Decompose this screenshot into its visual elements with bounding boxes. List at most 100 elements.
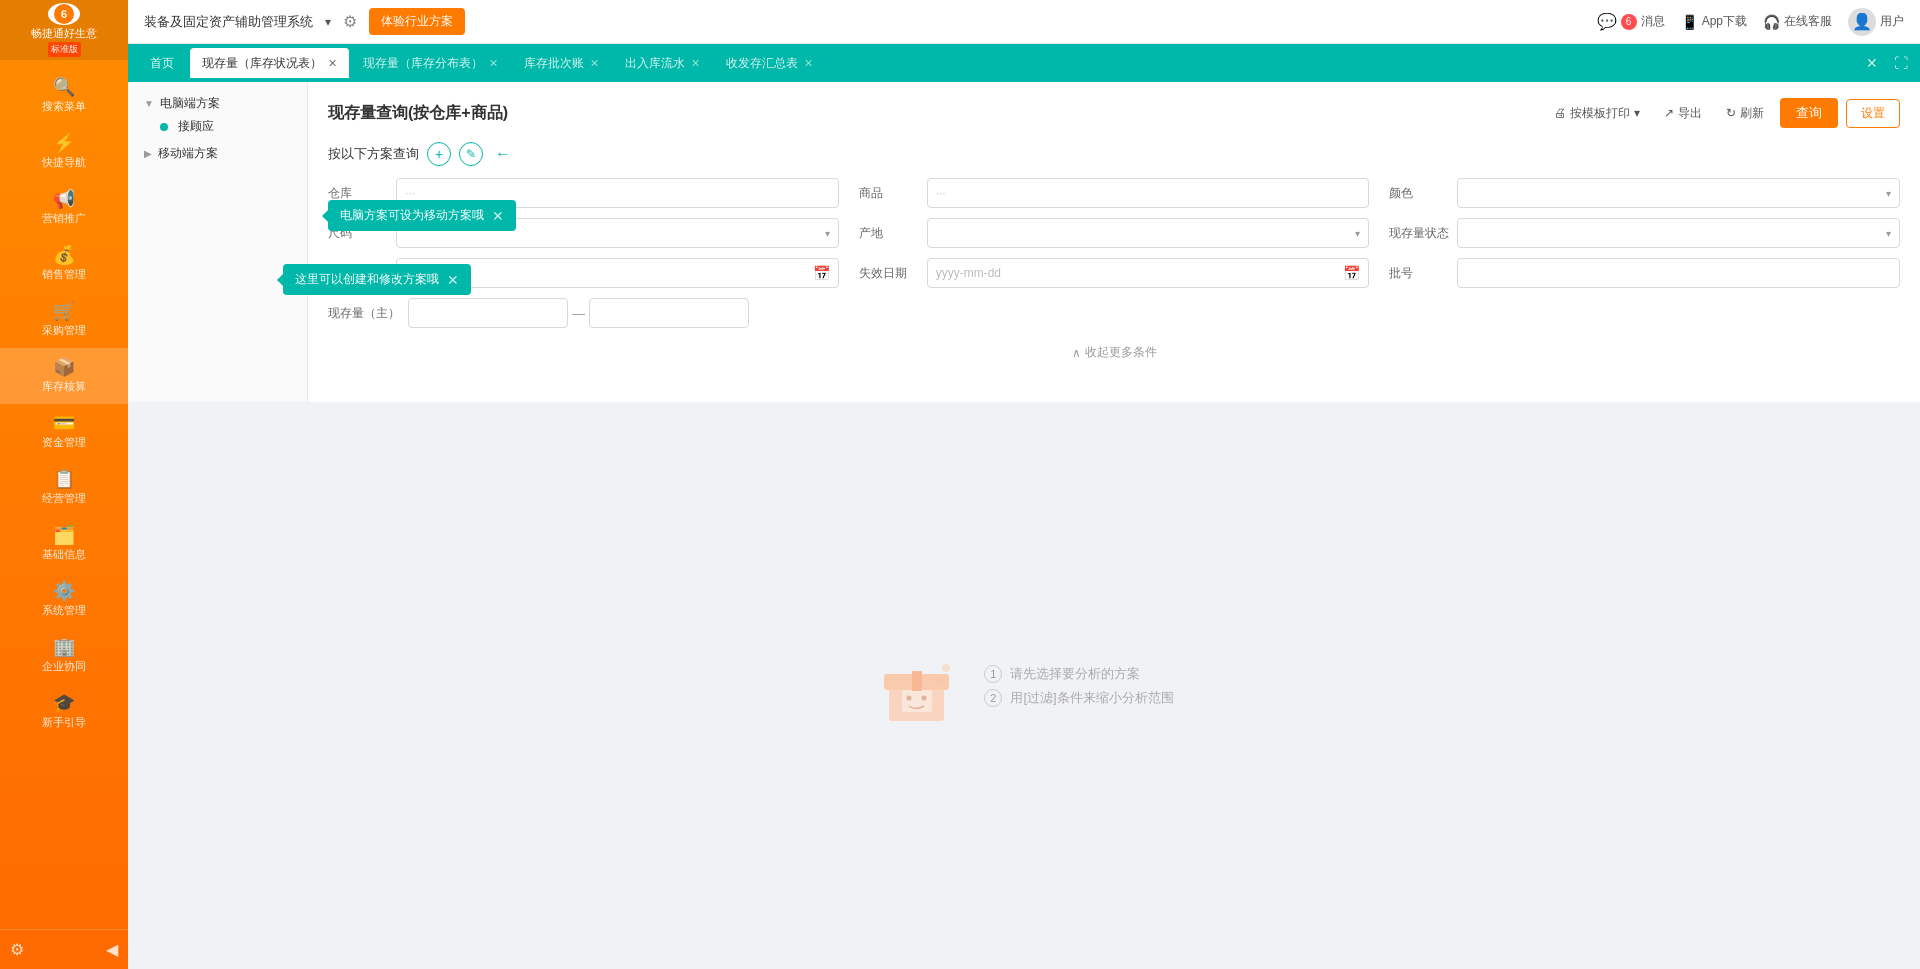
sidebar-item-newbie[interactable]: 🎓 新手引导 <box>0 684 128 740</box>
tab-batch-ledger[interactable]: 库存批次账 ✕ <box>512 48 611 78</box>
pc-scheme-child-1[interactable]: 接顾应 <box>154 115 307 138</box>
app-download-item[interactable]: 📱 App下载 <box>1681 13 1747 30</box>
sidebar: 6 畅捷通好生意 标准版 🔍 搜索菜单 ⚡ 快捷导航 📢 营销推广 💰 销售管理… <box>0 0 128 969</box>
step-1-num: 1 <box>984 665 1002 683</box>
expire-date-input[interactable]: yyyy-mm-dd 📅 <box>927 258 1370 288</box>
header-settings-icon[interactable]: ⚙ <box>343 12 357 31</box>
tab-inout-flow-close[interactable]: ✕ <box>691 57 700 70</box>
sidebar-item-inventory[interactable]: 📦 库存核算 <box>0 348 128 404</box>
color-select[interactable]: ▾ <box>1457 178 1900 208</box>
stock-qty-min-input[interactable] <box>408 298 568 328</box>
tab-batch-ledger-close[interactable]: ✕ <box>590 57 599 70</box>
edit-scheme-btn[interactable]: ✎ <box>459 142 483 166</box>
color-field: 颜色 ▾ <box>1389 178 1900 208</box>
user-item[interactable]: 👤 用户 <box>1848 8 1904 36</box>
sidebar-label-newbie: 新手引导 <box>42 715 86 730</box>
marketing-icon: 📢 <box>53 190 75 208</box>
tab-inventory-status[interactable]: 现存量（库存状况表） ✕ <box>190 48 349 78</box>
svg-point-5 <box>907 695 912 700</box>
tab-inventory-dist[interactable]: 现存量（库存分布表） ✕ <box>351 48 510 78</box>
batch-no-input[interactable] <box>1457 258 1900 288</box>
sidebar-item-search[interactable]: 🔍 搜索菜单 <box>0 68 128 124</box>
create-tooltip-close[interactable]: ✕ <box>447 272 459 288</box>
query-button[interactable]: 查询 <box>1780 98 1838 128</box>
tab-inventory-status-label: 现存量（库存状况表） <box>202 55 322 72</box>
online-support-icon: 🎧 <box>1763 14 1780 30</box>
scheme-tree-pc-root[interactable]: ▼ 电脑端方案 <box>138 92 307 115</box>
sidebar-item-enterprise[interactable]: 🏢 企业协同 <box>0 628 128 684</box>
header-dropdown[interactable]: ▾ <box>325 15 331 29</box>
sidebar-settings-icon[interactable]: ⚙ <box>10 940 24 959</box>
tab-inventory-dist-label: 现存量（库存分布表） <box>363 55 483 72</box>
mobile-scheme-label: 移动端方案 <box>158 145 218 162</box>
step-2: 2 用[过滤]条件来缩小分析范围 <box>984 689 1173 707</box>
tab-inout-flow[interactable]: 出入库流水 ✕ <box>613 48 712 78</box>
pc-tooltip-close[interactable]: ✕ <box>492 208 504 224</box>
add-scheme-btn[interactable]: + <box>427 142 451 166</box>
sidebar-item-finance[interactable]: 💳 资金管理 <box>0 404 128 460</box>
sidebar-label-quick-nav: 快捷导航 <box>42 155 86 170</box>
inventory-icon: 📦 <box>53 358 75 376</box>
pc-tooltip-text: 电脑方案可设为移动方案哦 <box>340 207 484 224</box>
export-btn[interactable]: ↗ 导出 <box>1656 101 1710 126</box>
industry-plan-button[interactable]: 体验行业方案 <box>369 8 465 35</box>
online-support-item[interactable]: 🎧 在线客服 <box>1763 13 1832 30</box>
expire-date-field: 失效日期 yyyy-mm-dd 📅 <box>859 258 1370 288</box>
tab-recv-summary[interactable]: 收发存汇总表 ✕ <box>714 48 825 78</box>
filter-panel-full: ▼ 电脑端方案 接顾应 ▶ 移动端方案 <box>128 82 1920 402</box>
tab-inventory-status-close[interactable]: ✕ <box>328 57 337 70</box>
sidebar-item-system[interactable]: ⚙️ 系统管理 <box>0 572 128 628</box>
sales-icon: 💰 <box>53 246 75 264</box>
messages-label: 消息 <box>1641 13 1665 30</box>
sidebar-bottom: ⚙ ◀ <box>0 929 128 969</box>
page-actions: 🖨 按模板打印 ▾ ↗ 导出 ↻ 刷新 查询 设置 <box>1546 98 1900 128</box>
logo-icon: 6 <box>48 3 80 25</box>
tab-inventory-dist-close[interactable]: ✕ <box>489 57 498 70</box>
refresh-btn[interactable]: ↻ 刷新 <box>1718 101 1772 126</box>
collapse-btn[interactable]: ∧ 收起更多条件 <box>328 338 1900 367</box>
sidebar-item-purchase[interactable]: 🛒 采购管理 <box>0 292 128 348</box>
step-2-num: 2 <box>984 689 1002 707</box>
print-template-btn[interactable]: 🖨 按模板打印 ▾ <box>1546 101 1648 126</box>
export-icon: ↗ <box>1664 106 1674 120</box>
stock-qty-max-input[interactable] <box>589 298 749 328</box>
sidebar-collapse-icon[interactable]: ◀ <box>106 940 118 959</box>
color-arrow-icon: ▾ <box>1886 188 1891 199</box>
expire-date-placeholder: yyyy-mm-dd <box>936 266 1001 280</box>
left-scheme-panel: ▼ 电脑端方案 接顾应 ▶ 移动端方案 <box>128 82 308 402</box>
tab-home[interactable]: 首页 <box>136 48 188 78</box>
settings-button[interactable]: 设置 <box>1846 99 1900 128</box>
color-label: 颜色 <box>1389 185 1449 202</box>
warehouse-dots: ··· <box>405 186 415 200</box>
goods-input[interactable]: ··· <box>927 178 1370 208</box>
arrow-left-btn[interactable]: ← <box>491 142 515 166</box>
sidebar-label-enterprise: 企业协同 <box>42 659 86 674</box>
sidebar-item-marketing[interactable]: 📢 营销推广 <box>0 180 128 236</box>
svg-text:6: 6 <box>61 8 67 20</box>
scheme-tree-mobile-root[interactable]: ▶ 移动端方案 <box>138 142 307 165</box>
sidebar-item-quick-nav[interactable]: ⚡ 快捷导航 <box>0 124 128 180</box>
pc-scheme-label: 电脑端方案 <box>160 95 220 112</box>
tab-close-all-icon[interactable]: ✕ <box>1862 51 1882 75</box>
origin-select[interactable]: ▾ <box>927 218 1370 248</box>
sidebar-label-finance: 资金管理 <box>42 435 86 450</box>
goods-label: 商品 <box>859 185 919 202</box>
sidebar-item-basic-info[interactable]: 🗂️ 基础信息 <box>0 516 128 572</box>
tab-recv-summary-close[interactable]: ✕ <box>804 57 813 70</box>
filter-section-header: 按以下方案查询 + ✎ ← <box>328 142 1900 166</box>
empty-steps: 1 请先选择要分析的方案 2 用[过滤]条件来缩小分析范围 <box>984 665 1173 707</box>
sidebar-item-sales[interactable]: 💰 销售管理 <box>0 236 128 292</box>
operations-icon: 📋 <box>53 470 75 488</box>
tab-fullscreen-icon[interactable]: ⛶ <box>1890 51 1912 75</box>
step-2-text: 用[过滤]条件来缩小分析范围 <box>1010 689 1173 707</box>
filter-row-3: 生产日期 yyyy-mm-dd 📅 失效日期 yyyy-mm-dd 📅 <box>328 258 1900 288</box>
stock-status-select[interactable]: ▾ <box>1457 218 1900 248</box>
messages-item[interactable]: 💬 6 消息 <box>1597 12 1665 31</box>
filter-controls: + ✎ ← <box>427 142 515 166</box>
sidebar-item-operations[interactable]: 📋 经营管理 <box>0 460 128 516</box>
range-separator: — <box>572 306 585 321</box>
tab-batch-ledger-label: 库存批次账 <box>524 55 584 72</box>
stock-status-label: 现存量状态 <box>1389 225 1449 242</box>
refresh-icon: ↻ <box>1726 106 1736 120</box>
goods-field: 商品 ··· <box>859 178 1370 208</box>
